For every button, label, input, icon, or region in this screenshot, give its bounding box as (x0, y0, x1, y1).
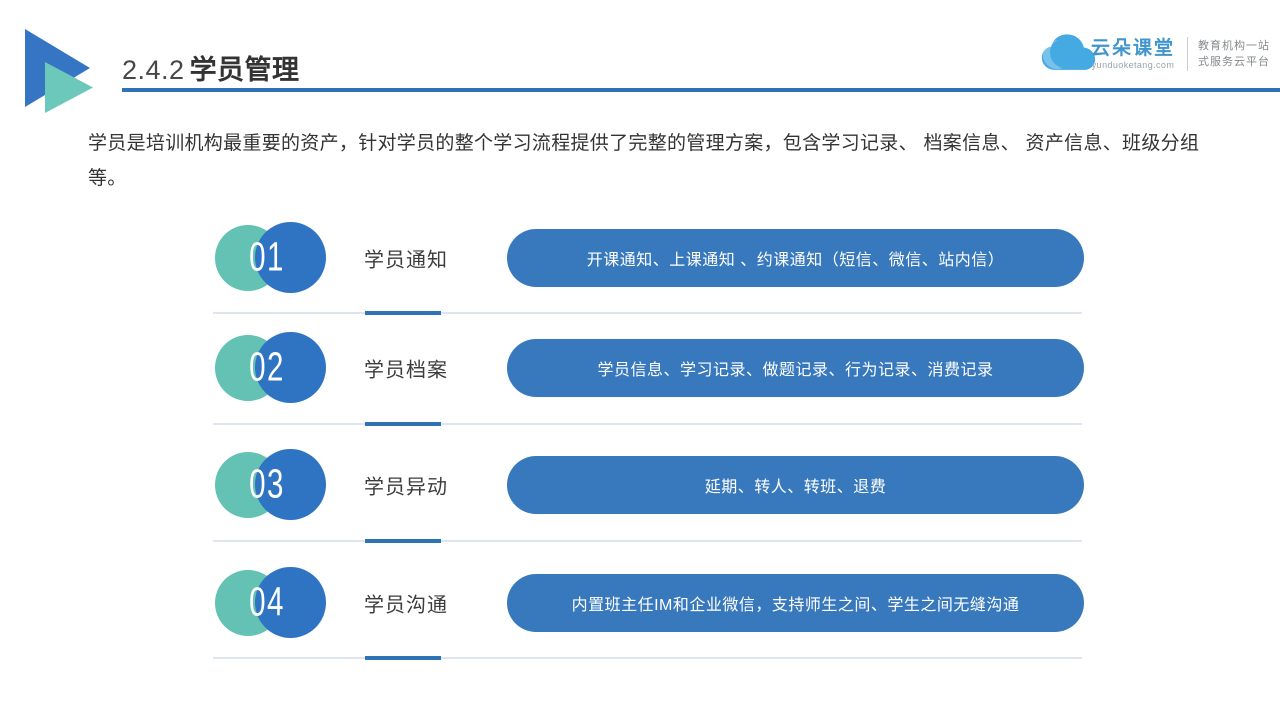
divider-accent (365, 656, 441, 660)
brand-tagline-line2: 式服务云平台 (1198, 54, 1270, 70)
brand-divider (1187, 37, 1188, 71)
badge-number: 04 (249, 582, 281, 623)
row-description-pill: 内置班主任IM和企业微信，支持师生之间、学生之间无缝沟通 (507, 574, 1084, 632)
row-divider (213, 540, 1082, 542)
feature-row-archive: 02 学员档案 学员信息、学习记录、做题记录、行为记录、消费记录 (215, 331, 1083, 405)
brand-text-block: 云朵课堂 yunduoketang.com (1091, 39, 1175, 70)
row-label: 学员沟通 (364, 589, 448, 618)
divider-accent (365, 422, 441, 426)
section-number: 2.4.2 (122, 55, 185, 85)
slide: 2.4.2学员管理 云朵课堂 yunduoketang.com 教育机构一站 式… (0, 0, 1280, 720)
number-badge: 01 (215, 222, 326, 294)
brand-logo: 云朵课堂 yunduoketang.com 教育机构一站 式服务云平台 (1039, 30, 1270, 78)
brand-tagline: 教育机构一站 式服务云平台 (1198, 38, 1270, 70)
feature-row-communication: 04 学员沟通 内置班主任IM和企业微信，支持师生之间、学生之间无缝沟通 (215, 566, 1083, 640)
number-badge: 03 (215, 449, 326, 521)
row-description-pill: 开课通知、上课通知 、约课通知（短信、微信、站内信） (507, 229, 1084, 287)
badge-number: 01 (249, 237, 281, 278)
number-badge: 04 (215, 567, 326, 639)
badge-number: 03 (249, 464, 281, 505)
divider-accent (365, 539, 441, 543)
row-description-pill: 学员信息、学习记录、做题记录、行为记录、消费记录 (507, 339, 1084, 397)
page-title: 2.4.2学员管理 (122, 48, 300, 87)
brand-name: 云朵课堂 (1091, 39, 1175, 59)
row-description-pill: 延期、转人、转班、退费 (507, 456, 1084, 514)
intro-paragraph: 学员是培训机构最重要的资产，针对学员的整个学习流程提供了完整的管理方案，包含学习… (88, 126, 1216, 196)
row-divider (213, 657, 1082, 659)
feature-row-notice: 01 学员通知 开课通知、上课通知 、约课通知（短信、微信、站内信） (215, 221, 1083, 295)
title-underline (122, 88, 1280, 92)
row-divider (213, 312, 1082, 314)
title-text: 学员管理 (190, 55, 300, 85)
row-label: 学员档案 (364, 354, 448, 383)
row-label: 学员异动 (364, 471, 448, 500)
feature-row-transfer: 03 学员异动 延期、转人、转班、退费 (215, 448, 1083, 522)
brand-tagline-line1: 教育机构一站 (1198, 38, 1270, 54)
badge-number: 02 (249, 347, 281, 388)
row-label: 学员通知 (364, 244, 448, 273)
number-badge: 02 (215, 332, 326, 404)
cloud-icon (1039, 32, 1097, 76)
divider-accent (365, 311, 441, 315)
brand-domain: yunduoketang.com (1092, 60, 1174, 70)
row-divider (213, 423, 1082, 425)
